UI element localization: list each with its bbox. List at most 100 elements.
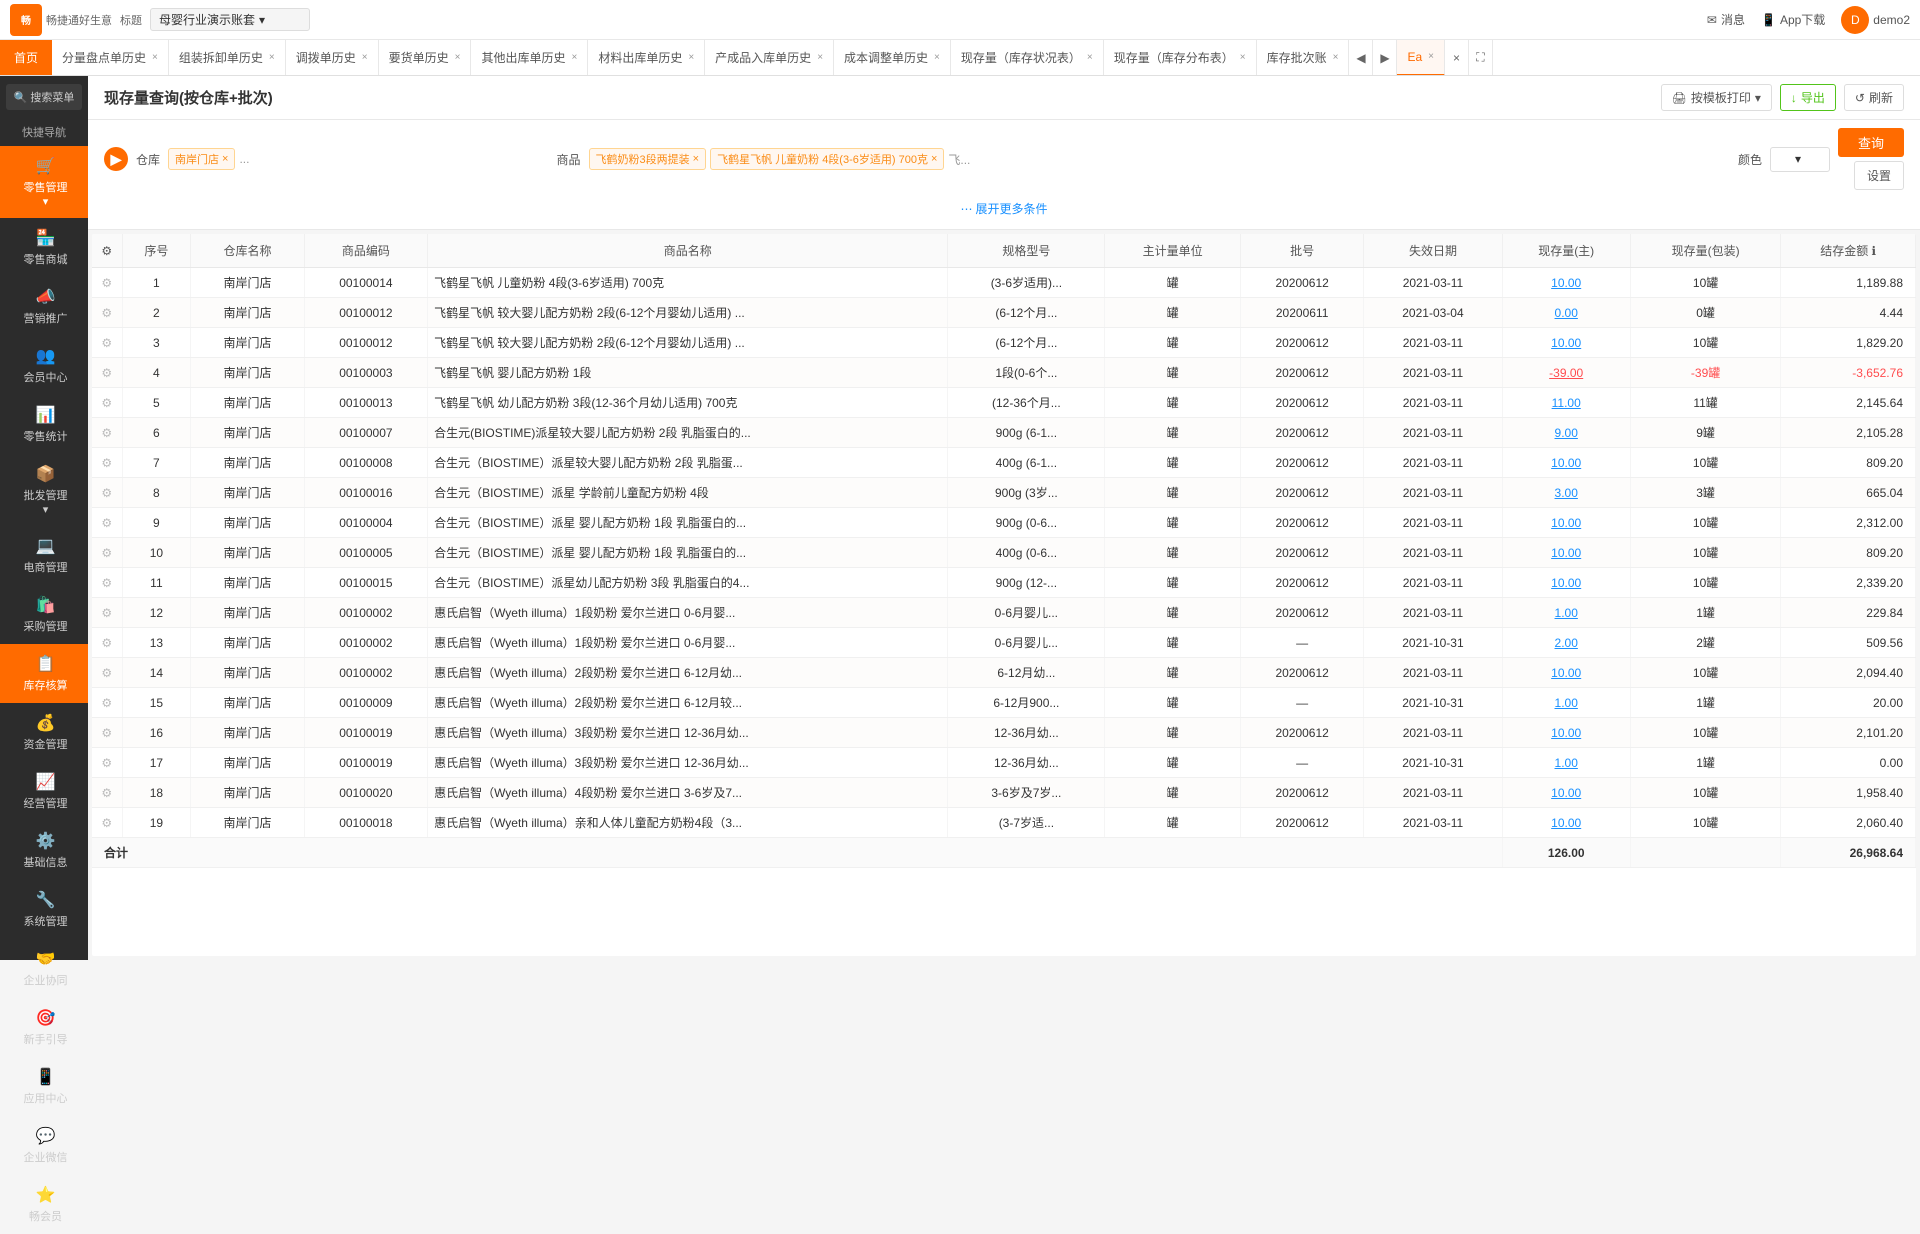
sidebar-item-basic[interactable]: ⚙️ 基础信息 <box>0 821 88 880</box>
row-settings[interactable]: ⚙ <box>92 448 122 478</box>
close-disassemble[interactable]: × <box>269 52 275 63</box>
tab-transfer[interactable]: 调拨单历史× <box>286 40 379 76</box>
row-settings[interactable]: ⚙ <box>92 418 122 448</box>
color-dropdown[interactable]: ▾ <box>1770 147 1830 172</box>
row-settings[interactable]: ⚙ <box>92 628 122 658</box>
tab-next-btn[interactable]: ▶ <box>1373 40 1397 76</box>
shortcut-nav-label[interactable]: 快捷导航 <box>0 118 88 146</box>
refresh-btn[interactable]: ↺ 刷新 <box>1844 84 1904 111</box>
close-requisition[interactable]: × <box>455 52 461 63</box>
print-btn[interactable]: 🖨 按模板打印 ▾ <box>1661 84 1772 111</box>
warehouse-tag-1[interactable]: 南岸门店 × <box>168 148 235 170</box>
row-settings[interactable]: ⚙ <box>92 598 122 628</box>
close-transfer[interactable]: × <box>362 52 368 63</box>
row-stock-main[interactable]: 10.00 <box>1502 658 1630 688</box>
row-settings[interactable]: ⚙ <box>92 388 122 418</box>
row-stock-main[interactable]: 10.00 <box>1502 448 1630 478</box>
sidebar-item-system[interactable]: 🔧 系统管理 <box>0 880 88 939</box>
close-stock-status[interactable]: × <box>1087 52 1093 63</box>
row-stock-main[interactable]: 10.00 <box>1502 328 1630 358</box>
sidebar-item-purchase[interactable]: 🛍️ 采购管理 <box>0 585 88 644</box>
row-stock-main[interactable]: 10.00 <box>1502 778 1630 808</box>
sidebar-item-retail[interactable]: 🛒 零售管理 ▾ <box>0 146 88 218</box>
row-settings[interactable]: ⚙ <box>92 778 122 808</box>
row-stock-main[interactable]: -39.00 <box>1502 358 1630 388</box>
remove-product-tag-2[interactable]: × <box>931 153 937 165</box>
row-settings[interactable]: ⚙ <box>92 808 122 838</box>
tab-product-in[interactable]: 产成品入库单历史× <box>705 40 834 76</box>
tab-cost-adjust[interactable]: 成本调整单历史× <box>834 40 951 76</box>
tab-expand-btn[interactable]: ⛶ <box>1469 40 1493 76</box>
sidebar-item-wechat[interactable]: 💬 企业微信 <box>0 1116 88 1175</box>
expand-conditions-btn[interactable]: ⋯ 展开更多条件 <box>952 196 1055 221</box>
row-settings[interactable]: ⚙ <box>92 478 122 508</box>
tab-batch-voucher[interactable]: 库存批次账× <box>1257 40 1350 76</box>
remove-product-tag-1[interactable]: × <box>693 153 699 165</box>
tab-stock-status[interactable]: 现存量（库存状况表）× <box>951 40 1104 76</box>
close-active[interactable]: × <box>1428 51 1434 62</box>
product-tag-1[interactable]: 飞鹤奶粉3段两提装 × <box>589 148 707 170</box>
close-product-in[interactable]: × <box>817 52 823 63</box>
row-settings[interactable]: ⚙ <box>92 508 122 538</box>
sidebar-item-wholesale[interactable]: 📦 批发管理 ▾ <box>0 454 88 526</box>
message-btn[interactable]: ✉ 消息 <box>1707 11 1745 28</box>
sidebar-item-inventory[interactable]: 📋 库存核算 <box>0 644 88 703</box>
app-download-btn[interactable]: 📱 App下载 <box>1761 11 1825 28</box>
sidebar-item-enterprise[interactable]: 🤝 企业协同 <box>0 939 88 998</box>
tab-close-btn[interactable]: × <box>1445 40 1469 76</box>
search-menu-btn[interactable]: 🔍 搜索菜单 <box>6 84 82 110</box>
row-settings[interactable]: ⚙ <box>92 328 122 358</box>
sidebar-item-apps[interactable]: 📱 应用中心 <box>0 1057 88 1116</box>
tab-home[interactable]: 首页 <box>0 40 52 76</box>
tab-other-out[interactable]: 其他出库单历史× <box>471 40 588 76</box>
sidebar-item-marketing[interactable]: 📣 营销推广 <box>0 277 88 336</box>
row-settings[interactable]: ⚙ <box>92 658 122 688</box>
sidebar-item-guide[interactable]: 🎯 新手引导 <box>0 998 88 1057</box>
remove-warehouse-tag[interactable]: × <box>222 153 228 165</box>
sidebar-item-retail-stats[interactable]: 📊 零售统计 <box>0 395 88 454</box>
warehouse-dots[interactable]: ... <box>239 152 249 166</box>
tab-stock-dist[interactable]: 现存量（库存分布表）× <box>1104 40 1257 76</box>
row-stock-main[interactable]: 1.00 <box>1502 598 1630 628</box>
sidebar-item-operations[interactable]: 📈 经营管理 <box>0 762 88 821</box>
row-stock-main[interactable]: 9.00 <box>1502 418 1630 448</box>
user-area[interactable]: D demo2 <box>1841 6 1910 34</box>
export-btn[interactable]: ↓ 导出 <box>1780 84 1836 111</box>
row-stock-main[interactable]: 1.00 <box>1502 688 1630 718</box>
row-settings[interactable]: ⚙ <box>92 748 122 778</box>
row-stock-main[interactable]: 10.00 <box>1502 568 1630 598</box>
row-stock-main[interactable]: 10.00 <box>1502 508 1630 538</box>
col-settings[interactable]: ⚙ <box>92 234 122 268</box>
sidebar-item-member2[interactable]: ⭐ 畅会员 <box>0 1175 88 1234</box>
row-stock-main[interactable]: 3.00 <box>1502 478 1630 508</box>
row-settings[interactable]: ⚙ <box>92 538 122 568</box>
sidebar-item-retail-shop[interactable]: 🏪 零售商城 <box>0 218 88 277</box>
filter-toggle-btn[interactable]: ▶ <box>104 147 128 171</box>
tab-active[interactable]: Ea× <box>1397 40 1445 76</box>
row-settings[interactable]: ⚙ <box>92 268 122 298</box>
row-settings[interactable]: ⚙ <box>92 688 122 718</box>
row-stock-main[interactable]: 0.00 <box>1502 298 1630 328</box>
industry-selector[interactable]: 母婴行业演示账套 ▾ <box>150 8 310 31</box>
product-dots[interactable]: 飞... <box>948 151 970 168</box>
row-settings[interactable]: ⚙ <box>92 568 122 598</box>
row-stock-main[interactable]: 10.00 <box>1502 538 1630 568</box>
product-tag-2[interactable]: 飞鹤星飞帆 儿童奶粉 4段(3-6岁适用) 700克 × <box>710 148 944 170</box>
row-stock-main[interactable]: 10.00 <box>1502 808 1630 838</box>
close-batch-voucher[interactable]: × <box>1333 52 1339 63</box>
tab-disassemble[interactable]: 组装拆卸单历史× <box>169 40 286 76</box>
sidebar-item-finance[interactable]: 💰 资金管理 <box>0 703 88 762</box>
sidebar-item-member[interactable]: 👥 会员中心 <box>0 336 88 395</box>
tab-prev-btn[interactable]: ◀ <box>1349 40 1373 76</box>
close-material-out[interactable]: × <box>688 52 694 63</box>
close-other-out[interactable]: × <box>571 52 577 63</box>
row-stock-main[interactable]: 1.00 <box>1502 748 1630 778</box>
row-stock-main[interactable]: 11.00 <box>1502 388 1630 418</box>
close-cost-adjust[interactable]: × <box>934 52 940 63</box>
row-settings[interactable]: ⚙ <box>92 298 122 328</box>
tab-material-out[interactable]: 材料出库单历史× <box>588 40 705 76</box>
row-stock-main[interactable]: 10.00 <box>1502 718 1630 748</box>
row-settings[interactable]: ⚙ <box>92 718 122 748</box>
tab-split[interactable]: 分量盘点单历史× <box>52 40 169 76</box>
sidebar-item-ecommerce[interactable]: 💻 电商管理 <box>0 526 88 585</box>
